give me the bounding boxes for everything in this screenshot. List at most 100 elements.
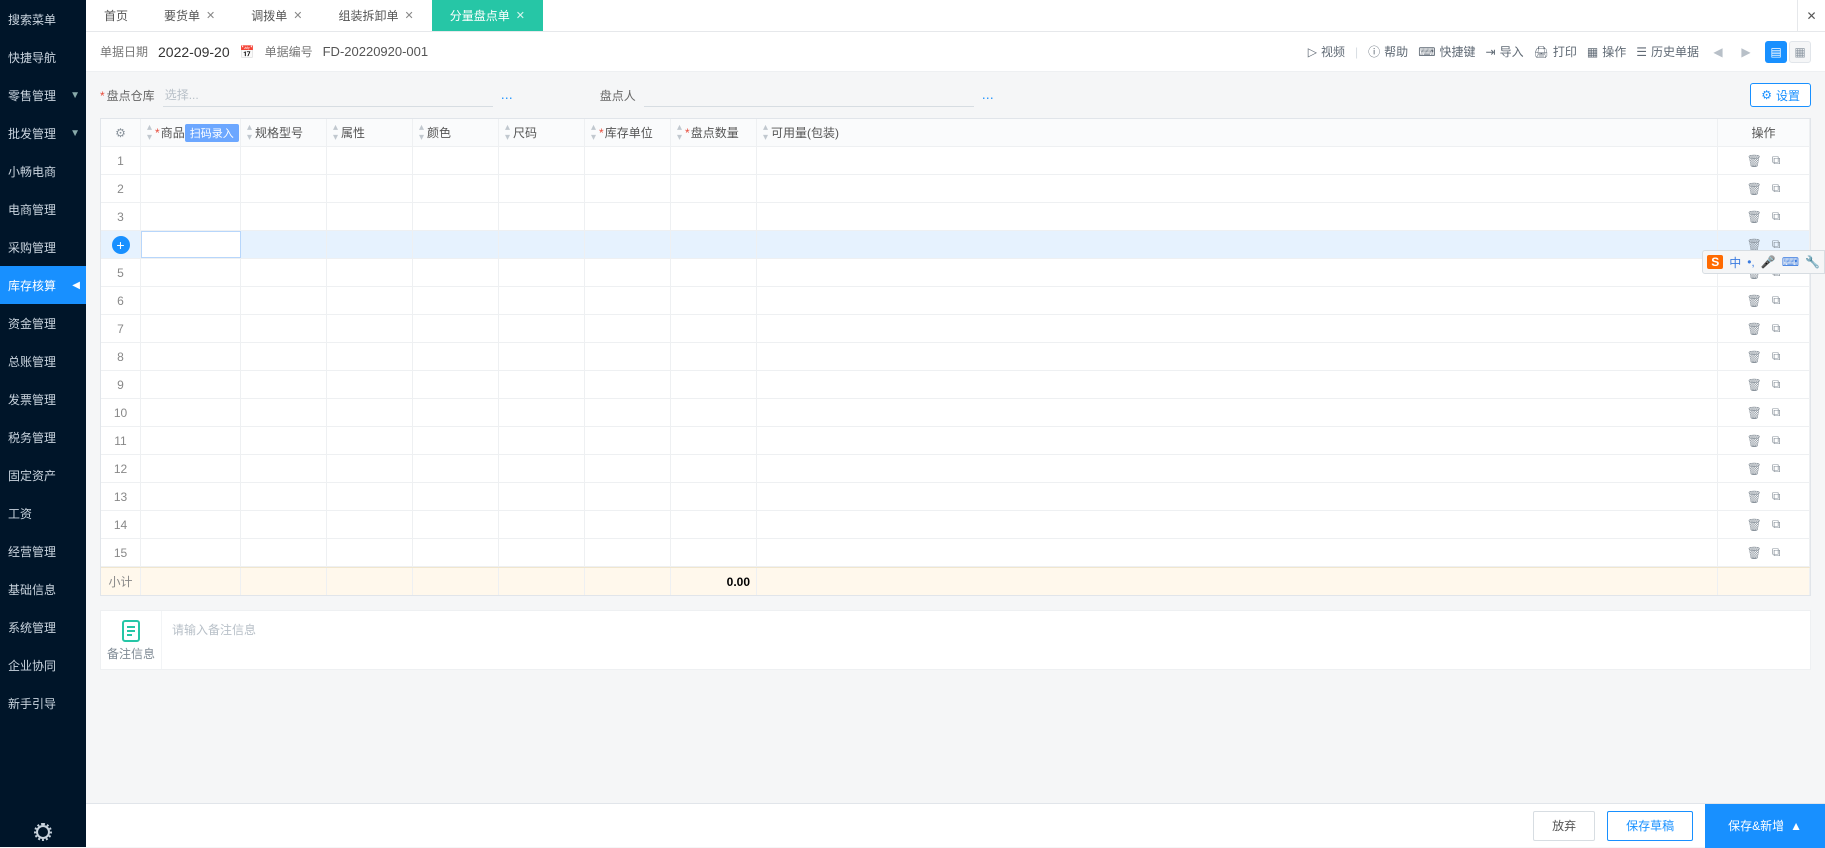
cell[interactable] [241,455,327,482]
video-link[interactable]: ▷视频 [1308,43,1345,60]
table-row[interactable]: 6🗑⧉ [101,287,1810,315]
cell[interactable] [413,231,499,258]
cell[interactable] [757,371,1718,398]
col-attr[interactable]: ▴▾属性 [327,119,413,146]
cell[interactable] [241,259,327,286]
cell[interactable] [413,315,499,342]
sidebar-item-9[interactable]: 总账管理 [0,342,86,380]
table-row[interactable]: +🗑⧉ [101,231,1810,259]
cell[interactable] [757,455,1718,482]
tab-3[interactable]: 组装拆卸单✕ [320,0,431,31]
cell[interactable] [141,203,241,230]
cell[interactable] [757,399,1718,426]
tab-4[interactable]: 分量盘点单✕ [432,0,543,31]
cell[interactable] [327,287,413,314]
header-settings[interactable]: ⚙ [101,119,141,146]
tab-0[interactable]: 首页 [86,0,146,31]
cell[interactable] [671,203,757,230]
cell[interactable] [585,147,671,174]
add-row-button[interactable]: + [112,236,130,254]
sidebar-item-3[interactable]: 批发管理▼ [0,114,86,152]
cell[interactable] [499,539,585,566]
table-row[interactable]: 2🗑⧉ [101,175,1810,203]
tab-2[interactable]: 调拨单✕ [233,0,320,31]
col-product[interactable]: ▴▾*商品扫码录入 [141,119,241,146]
cell[interactable] [413,371,499,398]
ime-mic-icon[interactable]: 🎤 [1761,255,1776,269]
cell[interactable] [327,539,413,566]
cell[interactable] [413,511,499,538]
cell[interactable] [757,483,1718,510]
cell[interactable] [757,287,1718,314]
view-card-button[interactable]: ▦ [1789,41,1811,63]
table-row[interactable]: 12🗑⧉ [101,455,1810,483]
cell[interactable] [141,147,241,174]
cell[interactable] [241,483,327,510]
cell[interactable] [327,147,413,174]
cell[interactable] [585,483,671,510]
cell[interactable] [757,343,1718,370]
sidebar-item-1[interactable]: 快捷导航 [0,38,86,76]
cell[interactable] [413,259,499,286]
cell[interactable] [141,483,241,510]
cell[interactable] [413,455,499,482]
cell[interactable] [671,315,757,342]
sidebar-item-13[interactable]: 工资 [0,494,86,532]
cell[interactable] [241,231,327,258]
delete-icon[interactable]: 🗑 [1747,294,1762,308]
ime-keyboard-icon[interactable]: ⌨ [1782,255,1799,269]
cell[interactable] [241,287,327,314]
table-row[interactable]: 11🗑⧉ [101,427,1810,455]
warehouse-input[interactable] [163,84,493,107]
cell[interactable] [671,287,757,314]
sidebar-item-2[interactable]: 零售管理▼ [0,76,86,114]
sidebar-item-4[interactable]: 小畅电商 [0,152,86,190]
cell[interactable] [585,315,671,342]
cell[interactable] [671,399,757,426]
cell[interactable] [671,259,757,286]
cell[interactable] [141,427,241,454]
delete-icon[interactable]: 🗑 [1747,210,1762,224]
cell[interactable] [671,455,757,482]
close-icon[interactable]: ✕ [405,9,414,22]
sidebar-item-16[interactable]: 系统管理 [0,608,86,646]
cell[interactable] [141,175,241,202]
col-size[interactable]: ▴▾尺码 [499,119,585,146]
cell[interactable] [327,203,413,230]
person-more-icon[interactable]: ⋯ [982,91,995,107]
copy-icon[interactable]: ⧉ [1772,545,1781,560]
cell[interactable] [327,259,413,286]
operate-link[interactable]: ▦操作 [1587,43,1626,60]
cell[interactable] [141,511,241,538]
cell[interactable] [499,343,585,370]
ime-toolbar[interactable]: S 中 •, 🎤 ⌨ 🔧 [1702,250,1825,274]
prev-doc-button[interactable]: ◀ [1709,43,1727,61]
cell[interactable] [327,483,413,510]
cell[interactable] [141,315,241,342]
cell[interactable] [499,287,585,314]
cell[interactable] [141,539,241,566]
cell[interactable] [757,175,1718,202]
cell[interactable] [585,259,671,286]
cell[interactable] [327,231,413,258]
save-new-button[interactable]: 保存&新增▲ [1705,804,1825,848]
cell[interactable] [671,147,757,174]
cell[interactable] [499,399,585,426]
cell[interactable] [241,147,327,174]
delete-icon[interactable]: 🗑 [1747,434,1762,448]
cell[interactable] [585,287,671,314]
sidebar-item-0[interactable]: 搜索菜单 [0,0,86,38]
cell[interactable] [499,427,585,454]
cell[interactable] [757,539,1718,566]
cell[interactable] [585,511,671,538]
cell[interactable] [327,175,413,202]
notes-input[interactable] [161,611,1810,669]
col-color[interactable]: ▴▾颜色 [413,119,499,146]
settings-button[interactable]: ⚙设置 [1750,83,1811,107]
cell[interactable] [141,231,241,258]
cell[interactable] [241,203,327,230]
delete-icon[interactable]: 🗑 [1747,182,1762,196]
col-spec[interactable]: ▴▾规格型号 [241,119,327,146]
cell[interactable] [241,427,327,454]
cell[interactable] [413,427,499,454]
